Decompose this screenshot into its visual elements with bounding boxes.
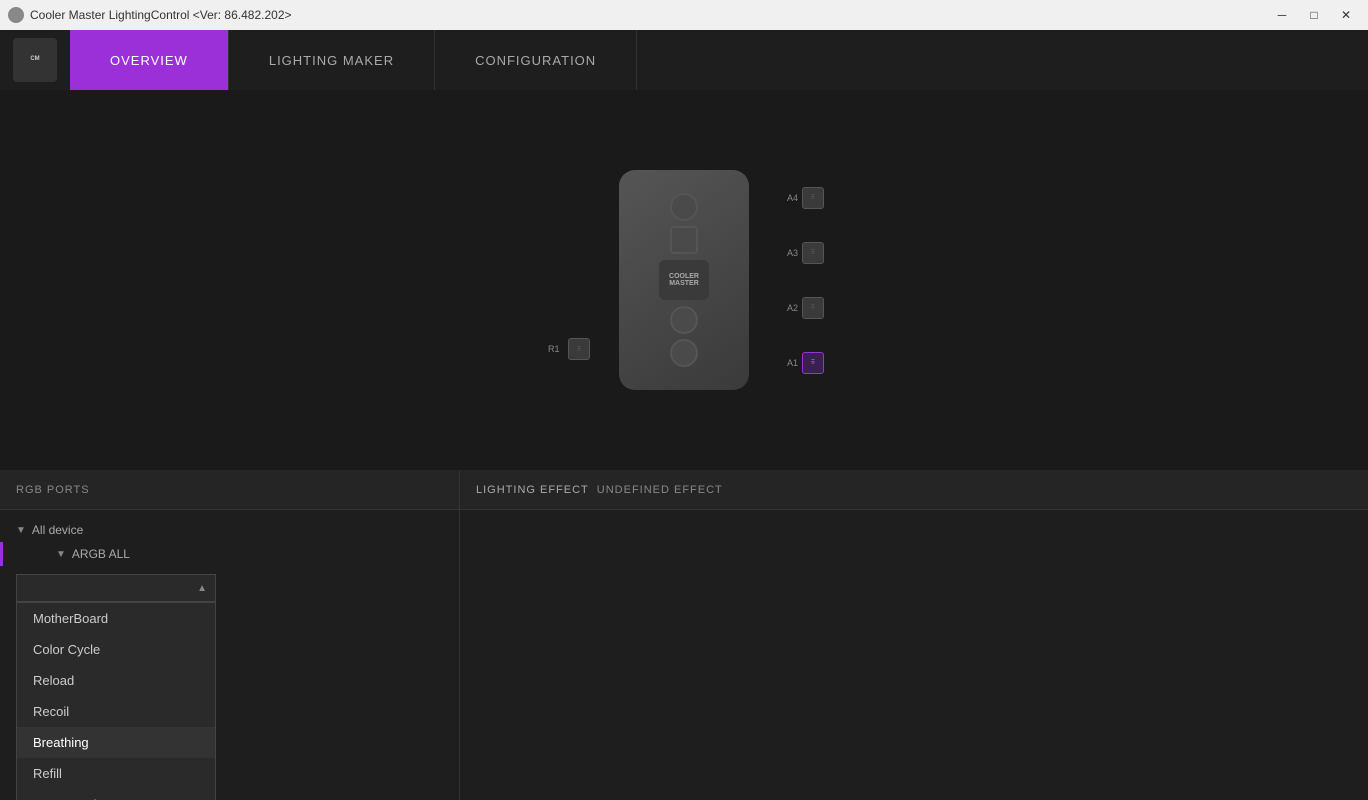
chevron-down-icon: ▼ <box>16 525 26 536</box>
ctrl-button-3[interactable] <box>670 306 698 334</box>
nav-tabs: OVERVIEW LIGHTING MAKER CONFIGURATION <box>70 30 637 90</box>
logo-box: CM <box>13 38 57 82</box>
port-a2[interactable]: A2 ⠿ <box>782 297 824 319</box>
effect-dropdown-menu: MotherBoard Color Cycle Reload Recoil Br… <box>16 602 216 800</box>
port-r1-label: R1 <box>548 344 564 354</box>
tree-item-argb-all[interactable]: ▼ ARGB ALL <box>0 542 459 566</box>
tree-label-argb-all: ARGB ALL <box>72 547 130 561</box>
rgb-ports-header: RGB PORTS <box>0 470 460 509</box>
dropdown-item-reload[interactable]: Reload <box>17 665 215 696</box>
dropdown-item-refill[interactable]: Refill <box>17 758 215 789</box>
port-a2-connector[interactable]: ⠿ <box>802 297 824 319</box>
dropdown-item-recoil[interactable]: Recoil <box>17 696 215 727</box>
port-r1-connector[interactable]: ⠿ <box>568 338 590 360</box>
dropdown-item-color-cycle[interactable]: Color Cycle <box>17 634 215 665</box>
port-a4[interactable]: A4 ⠿ <box>782 187 824 209</box>
port-a4-connector[interactable]: ⠿ <box>802 187 824 209</box>
port-a2-label: A2 <box>782 303 798 313</box>
maximize-button[interactable]: □ <box>1300 5 1328 25</box>
sidebar: ▼ All device ▼ ARGB ALL ▲ <box>0 510 460 800</box>
lighting-effect-header: LIGHTING EFFECT Undefined effect <box>460 470 1368 509</box>
dropdown-item-motherboard[interactable]: MotherBoard <box>17 603 215 634</box>
port-a3-connector[interactable]: ⠿ <box>802 242 824 264</box>
port-r1[interactable]: R1 ⠿ <box>548 338 590 360</box>
window-title: Cooler Master LightingControl <Ver: 86.4… <box>30 8 292 22</box>
app-logo: CM <box>0 30 70 90</box>
ctrl-logo: COOLERMASTER <box>659 260 709 300</box>
port-a1-connector[interactable]: ⠿ <box>802 352 824 374</box>
effect-dropdown-trigger[interactable]: ▲ <box>16 574 216 602</box>
dropdown-arrow-icon: ▲ <box>197 583 207 594</box>
controller: R1 ⠿ COOLERMASTER A4 ⠿ <box>604 170 764 390</box>
dropdown-area: ▲ MotherBoard Color Cycle Reload Recoil … <box>0 566 459 610</box>
app-icon <box>8 7 24 23</box>
tab-lighting-maker[interactable]: LIGHTING MAKER <box>229 30 435 90</box>
ctrl-button-1[interactable] <box>670 193 698 221</box>
rgb-ports-label: RGB PORTS <box>16 484 90 496</box>
port-a3-label: A3 <box>782 248 798 258</box>
navbar: CM OVERVIEW LIGHTING MAKER CONFIGURATION <box>0 30 1368 90</box>
port-a1-label: A1 <box>782 358 798 368</box>
device-view: R1 ⠿ COOLERMASTER A4 ⠿ <box>0 90 1368 470</box>
chevron-down-icon-argb: ▼ <box>56 549 66 560</box>
ctrl-button-2[interactable] <box>670 226 698 254</box>
titlebar-controls: ─ □ ✕ <box>1268 5 1360 25</box>
lighting-effect-label: LIGHTING EFFECT <box>476 484 589 496</box>
panel-body: ▼ All device ▼ ARGB ALL ▲ <box>0 510 1368 800</box>
tree-label-all-device: All device <box>32 523 83 537</box>
tab-overview[interactable]: OVERVIEW <box>70 30 229 90</box>
port-a1[interactable]: A1 ⠿ <box>782 352 824 374</box>
titlebar: Cooler Master LightingControl <Ver: 86.4… <box>0 0 1368 30</box>
ctrl-button-4[interactable] <box>670 339 698 367</box>
dropdown-item-demo-mode[interactable]: Demo Mode <box>17 789 215 800</box>
dropdown-item-breathing[interactable]: Breathing <box>17 727 215 758</box>
main-content: R1 ⠿ COOLERMASTER A4 ⠿ <box>0 90 1368 800</box>
bottom-panel: RGB PORTS LIGHTING EFFECT Undefined effe… <box>0 470 1368 800</box>
close-button[interactable]: ✕ <box>1332 5 1360 25</box>
minimize-button[interactable]: ─ <box>1268 5 1296 25</box>
lighting-effect-value: Undefined effect <box>597 484 723 496</box>
tree-item-all-device[interactable]: ▼ All device <box>0 518 459 542</box>
controller-body: COOLERMASTER <box>619 170 749 390</box>
panel-header: RGB PORTS LIGHTING EFFECT Undefined effe… <box>0 470 1368 510</box>
port-a3[interactable]: A3 ⠿ <box>782 242 824 264</box>
titlebar-left: Cooler Master LightingControl <Ver: 86.4… <box>8 7 292 23</box>
right-panel <box>460 510 1368 800</box>
port-a4-label: A4 <box>782 193 798 203</box>
tab-configuration[interactable]: CONFIGURATION <box>435 30 637 90</box>
ports-right: A4 ⠿ A3 ⠿ A2 ⠿ <box>782 170 824 390</box>
